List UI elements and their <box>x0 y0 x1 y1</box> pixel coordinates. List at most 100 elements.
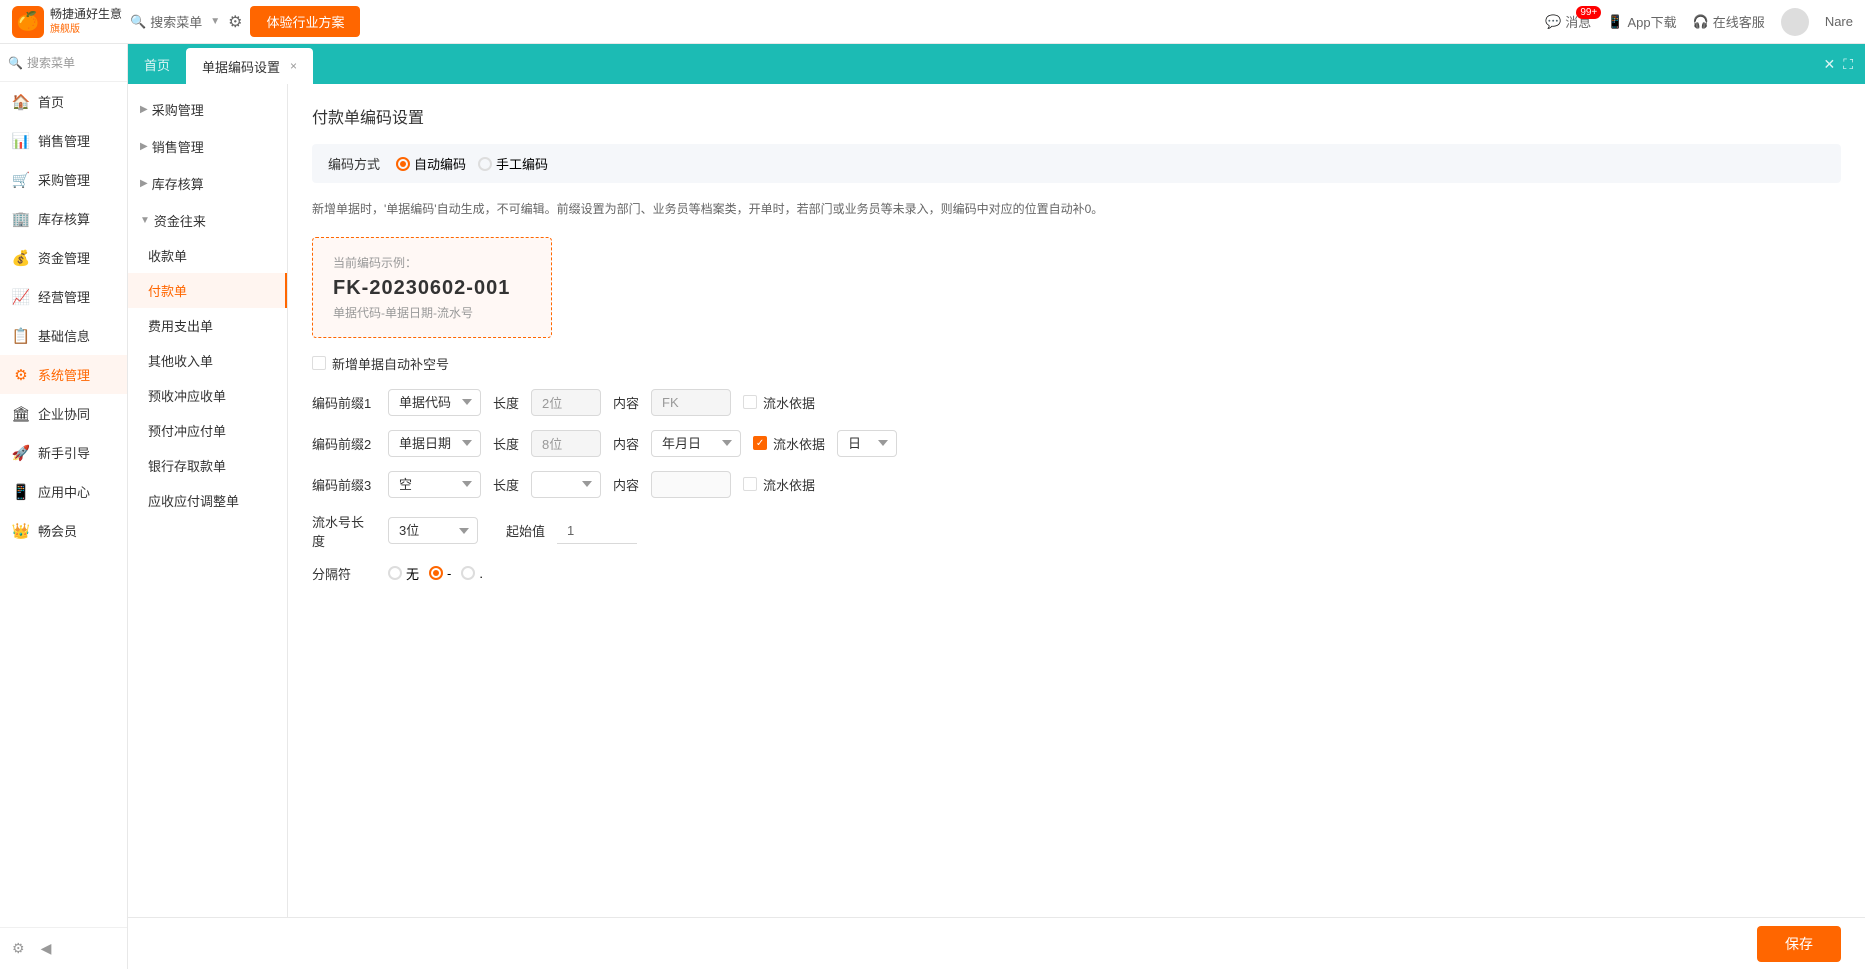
left-nav-group-purchase: ▶ 采购管理 <box>128 92 287 127</box>
logo: 🍊 畅捷通好生意 旗舰版 <box>12 6 122 38</box>
left-nav-group-sales: ▶ 销售管理 <box>128 129 287 164</box>
left-nav-inventory-title[interactable]: ▶ 库存核算 <box>128 166 287 201</box>
sidebar-item-member[interactable]: 👑 畅会员 <box>0 511 127 550</box>
tab-encode-setting[interactable]: 单据编码设置 × <box>186 48 313 84</box>
left-nav: ▶ 采购管理 ▶ 销售管理 ▶ 库存核算 <box>128 84 288 917</box>
page-content: ▶ 采购管理 ▶ 销售管理 ▶ 库存核算 <box>128 84 1865 917</box>
prefix2-content-select[interactable]: 年月日 年月 年 <box>651 430 741 457</box>
left-nav-item-receipt[interactable]: 收款单 <box>128 238 287 273</box>
left-nav-group-capital: ▼ 资金往来 收款单 付款单 费用支出单 其他收入单 预收冲应收单 预付冲应付单… <box>128 203 287 518</box>
auto-fill-checkbox[interactable] <box>312 356 326 370</box>
prefix1-content-label: 内容 <box>613 393 639 412</box>
encode-radio-group: 自动编码 手工编码 <box>396 154 548 173</box>
tab-close-icon[interactable]: × <box>290 59 297 73</box>
prefix2-serial-unit-wrap: 日 月 年 <box>837 430 897 457</box>
sidebar-item-inventory[interactable]: 🏢 库存核算 <box>0 199 127 238</box>
settings-icon[interactable]: ⚙ <box>228 12 242 32</box>
operation-icon: 📈 <box>12 288 30 306</box>
avatar[interactable] <box>1781 8 1809 36</box>
message-btn[interactable]: 💬 消息 99+ <box>1545 12 1591 31</box>
prefix1-serial-checkbox[interactable] <box>743 395 757 409</box>
topbar: 🍊 畅捷通好生意 旗舰版 🔍 搜索菜单 ▼ ⚙ 体验行业方案 💬 消息 99+ … <box>0 0 1865 44</box>
prefix3-content-input[interactable] <box>651 471 731 498</box>
tab-home[interactable]: 首页 <box>128 44 186 84</box>
app-icon: 📱 <box>1607 14 1623 30</box>
sep-dash-radio[interactable]: - <box>429 566 451 581</box>
sidebar-item-appstore[interactable]: 📱 应用中心 <box>0 472 127 511</box>
sidebar-item-operation[interactable]: 📈 经营管理 <box>0 277 127 316</box>
headset-icon: 🎧 <box>1693 14 1709 30</box>
appstore-icon: 📱 <box>12 483 30 501</box>
left-nav-item-payment[interactable]: 付款单 <box>128 273 287 308</box>
prefix3-label: 编码前缀3 <box>312 475 376 494</box>
save-button[interactable]: 保存 <box>1757 926 1841 962</box>
search-icon-sidebar: 🔍 <box>8 56 23 70</box>
serial-length-select-wrap: 3位 4位 5位 <box>388 517 478 544</box>
sidebar-item-finance[interactable]: 💰 资金管理 <box>0 238 127 277</box>
inventory-icon: 🏢 <box>12 210 30 228</box>
sidebar-item-system[interactable]: ⚙ 系统管理 <box>0 355 127 394</box>
prefix1-label: 编码前缀1 <box>312 393 376 412</box>
sep-none-radio[interactable]: 无 <box>388 564 419 583</box>
manual-encode-radio[interactable]: 手工编码 <box>478 154 548 173</box>
prefix2-serial-unit-select[interactable]: 日 月 年 <box>837 430 897 457</box>
message-icon: 💬 <box>1545 14 1561 30</box>
app-download-btn[interactable]: 📱 App下载 <box>1607 12 1676 31</box>
sidebar-search[interactable]: 🔍 首页 搜索菜单 <box>0 44 127 82</box>
prefix3-serial-checkbox[interactable] <box>743 477 757 491</box>
encode-type-row: 编码方式 自动编码 手工编码 <box>312 144 1841 183</box>
logo-text: 畅捷通好生意 旗舰版 <box>50 7 122 36</box>
enterprise-icon: 🏛 <box>12 405 30 423</box>
sidebar-collapse-btn[interactable]: ◀ <box>37 936 56 961</box>
prefix2-length-input <box>531 430 601 457</box>
service-btn[interactable]: 🎧 在线客服 <box>1693 12 1765 31</box>
prefix2-serial-row: ✓ 流水依据 <box>753 434 825 453</box>
sep-label: 分隔符 <box>312 564 376 583</box>
sep-none-circle <box>388 566 402 580</box>
prefix1-select[interactable]: 单据代码 单据日期 空 <box>388 389 481 416</box>
sep-dot-radio[interactable]: . <box>461 566 483 581</box>
sidebar-item-sales[interactable]: 📊 销售管理 <box>0 121 127 160</box>
serial-length-label: 流水号长度 <box>312 512 376 550</box>
close-window-icon[interactable]: ✕ <box>1823 56 1835 73</box>
prefix2-select[interactable]: 单据日期 单据代码 空 <box>388 430 481 457</box>
left-nav-purchase-title[interactable]: ▶ 采购管理 <box>128 92 287 127</box>
tabbar: 首页 单据编码设置 × ✕ ⛶ <box>128 44 1865 84</box>
sidebar: 🔍 首页 搜索菜单 🏠 首页 📊 销售管理 🛒 采购管理 🏢 库存核算 💰 资金… <box>0 44 128 969</box>
sidebar-item-purchase[interactable]: 🛒 采购管理 <box>0 160 127 199</box>
member-icon: 👑 <box>12 522 30 540</box>
sidebar-item-guide[interactable]: 🚀 新手引导 <box>0 433 127 472</box>
code-preview-value: FK-20230602-001 <box>333 277 531 300</box>
sidebar-settings-btn[interactable]: ⚙ <box>8 936 29 961</box>
maximize-icon[interactable]: ⛶ <box>1843 56 1853 73</box>
left-nav-item-prereceipt[interactable]: 预收冲应收单 <box>128 378 287 413</box>
serial-length-select[interactable]: 3位 4位 5位 <box>388 517 478 544</box>
left-nav-item-otherincome[interactable]: 其他收入单 <box>128 343 287 378</box>
left-nav-sales-title[interactable]: ▶ 销售管理 <box>128 129 287 164</box>
code-preview-box: 当前编码示例： FK-20230602-001 单据代码-单据日期-流水号 <box>312 237 552 338</box>
auto-radio-circle <box>396 157 410 171</box>
sidebar-item-enterprise[interactable]: 🏛 企业协同 <box>0 394 127 433</box>
left-nav-capital-title[interactable]: ▼ 资金往来 <box>128 203 287 238</box>
auto-fill-row: 新增单据自动补空号 <box>312 354 1841 373</box>
left-nav-item-bank[interactable]: 银行存取款单 <box>128 448 287 483</box>
left-nav-item-prepayment[interactable]: 预付冲应付单 <box>128 413 287 448</box>
basic-icon: 📋 <box>12 327 30 345</box>
sidebar-item-basic[interactable]: 📋 基础信息 <box>0 316 127 355</box>
prefix1-row: 编码前缀1 单据代码 单据日期 空 长度 内容 流水依据 <box>312 389 1841 416</box>
search-menu[interactable]: 🔍 搜索菜单 <box>130 12 202 31</box>
start-value-input[interactable] <box>557 518 637 544</box>
left-nav-item-adjustment[interactable]: 应收应付调整单 <box>128 483 287 518</box>
topbar-left: 🍊 畅捷通好生意 旗舰版 🔍 搜索菜单 ▼ ⚙ 体验行业方案 <box>12 6 360 38</box>
prefix3-select[interactable]: 空 单据代码 单据日期 <box>388 471 481 498</box>
left-nav-item-expense[interactable]: 费用支出单 <box>128 308 287 343</box>
prefix3-length-select[interactable] <box>531 471 601 498</box>
prefix2-content-select-wrap: 年月日 年月 年 <box>651 430 741 457</box>
sep-dash-circle <box>429 566 443 580</box>
trial-button[interactable]: 体验行业方案 <box>250 6 360 37</box>
auto-encode-radio[interactable]: 自动编码 <box>396 154 466 173</box>
sep-dot-circle <box>461 566 475 580</box>
prefix2-serial-checkbox[interactable]: ✓ <box>753 436 767 450</box>
arrow-icon: ▶ <box>140 104 148 115</box>
sidebar-item-home[interactable]: 🏠 首页 <box>0 82 127 121</box>
